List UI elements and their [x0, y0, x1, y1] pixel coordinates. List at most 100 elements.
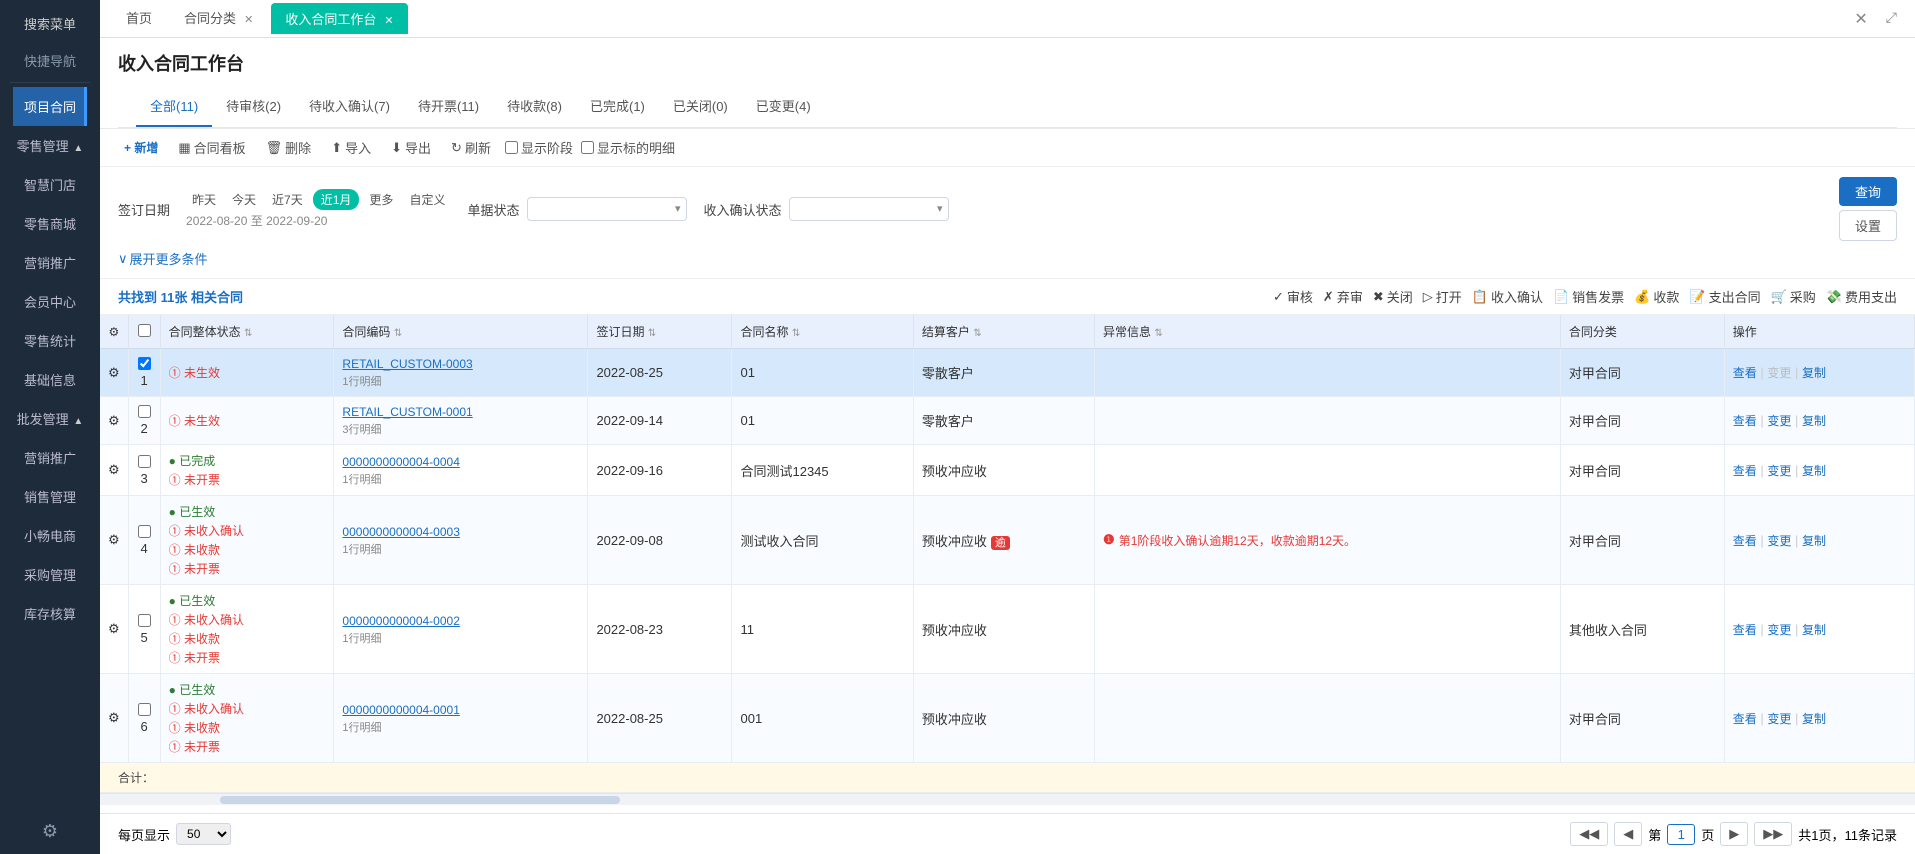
next-page-button[interactable]: ▶	[1720, 822, 1748, 846]
row-gear-1[interactable]: ⚙	[100, 397, 128, 445]
tab-0[interactable]: 首页	[112, 0, 166, 37]
sub-tab-1[interactable]: 待审核(2)	[212, 86, 295, 127]
tab-2[interactable]: 收入合同工作台 ✕	[271, 3, 407, 34]
row-gear-2[interactable]: ⚙	[100, 445, 128, 496]
sidebar-item-13[interactable]: 库存核算	[13, 594, 88, 633]
row-gear-3[interactable]: ⚙	[100, 496, 128, 585]
table-row[interactable]: ⚙ 1① 未生效RETAIL_CUSTOM-00031行明细2022-08-25…	[100, 349, 1915, 397]
sidebar-item-5[interactable]: 会员中心	[13, 282, 88, 321]
table-row[interactable]: ⚙ 5● 已生效① 未收入确认① 未收款① 未开票0000000000004-0…	[100, 585, 1915, 674]
set-button[interactable]: 设置	[1839, 210, 1897, 241]
sub-tab-4[interactable]: 待收款(8)	[493, 86, 576, 127]
show-details-check[interactable]: 显示标的明细	[581, 138, 675, 157]
sidebar-item-0[interactable]: 项目合同	[13, 87, 88, 126]
sub-tab-5[interactable]: 已完成(1)	[576, 86, 659, 127]
action-变更-4[interactable]: 变更	[1767, 623, 1791, 637]
window-maximize-btn[interactable]: ⤢	[1880, 9, 1903, 29]
refresh-button[interactable]: ↻ 刷新	[445, 135, 497, 160]
row-gear-0[interactable]: ⚙	[100, 349, 128, 397]
action-变更-0[interactable]: 变更	[1767, 366, 1791, 380]
status-select[interactable]	[527, 197, 687, 221]
sub-tab-7[interactable]: 已变更(4)	[742, 86, 825, 127]
action-变更-5[interactable]: 变更	[1767, 712, 1791, 726]
date-option-5[interactable]: 自定义	[403, 189, 451, 210]
scrollbar-thumb[interactable]	[220, 796, 620, 804]
date-option-4[interactable]: 更多	[363, 189, 399, 210]
sidebar-item-7[interactable]: 基础信息	[13, 360, 88, 399]
sidebar-quicknav[interactable]: 快捷导航	[24, 43, 76, 78]
action-btn-费用支出[interactable]: 💸费用支出	[1826, 287, 1897, 306]
sub-tab-2[interactable]: 待收入确认(7)	[295, 86, 404, 127]
expand-button[interactable]: ∨ 展开更多条件	[118, 249, 1897, 268]
action-btn-采购[interactable]: 🛒采购	[1771, 287, 1816, 306]
action-btn-收入确认[interactable]: 📋收入确认	[1472, 287, 1543, 306]
tab-close-icon-1[interactable]: ✕	[241, 14, 253, 26]
sidebar-item-8[interactable]: 批发管理 ▲	[13, 399, 88, 438]
window-close-btn[interactable]: ✕	[1848, 9, 1873, 29]
gear-icon[interactable]: ⚙	[42, 821, 58, 842]
action-复制-4[interactable]: 复制	[1802, 623, 1826, 637]
row-gear-5[interactable]: ⚙	[100, 674, 128, 763]
action-btn-销售发票[interactable]: 📄销售发票	[1553, 287, 1624, 306]
sidebar-item-6[interactable]: 零售统计	[13, 321, 88, 360]
date-option-2[interactable]: 近7天	[266, 189, 309, 210]
action-复制-3[interactable]: 复制	[1802, 534, 1826, 548]
last-page-button[interactable]: ▶▶	[1754, 822, 1792, 846]
table-row[interactable]: ⚙ 4● 已生效① 未收入确认① 未收款① 未开票0000000000004-0…	[100, 496, 1915, 585]
delete-button[interactable]: 🗑 删除	[260, 135, 318, 160]
date-option-1[interactable]: 今天	[226, 189, 262, 210]
sidebar-search[interactable]: 搜索菜单	[24, 0, 76, 43]
action-查看-2[interactable]: 查看	[1733, 464, 1757, 478]
sub-tab-0[interactable]: 全部(11)	[136, 86, 212, 127]
per-page-select[interactable]: 50 100	[176, 823, 231, 845]
action-查看-3[interactable]: 查看	[1733, 534, 1757, 548]
action-查看-1[interactable]: 查看	[1733, 414, 1757, 428]
action-btn-关闭[interactable]: ✖关闭	[1373, 287, 1413, 306]
add-button[interactable]: + 新增	[118, 136, 164, 159]
action-变更-2[interactable]: 变更	[1767, 464, 1791, 478]
row-gear-4[interactable]: ⚙	[100, 585, 128, 674]
action-复制-1[interactable]: 复制	[1802, 414, 1826, 428]
kanban-button[interactable]: ▦ 合同看板	[172, 135, 251, 160]
sidebar-item-3[interactable]: 零售商城	[13, 204, 88, 243]
action-btn-审核[interactable]: ✓审核	[1273, 287, 1313, 306]
table-row[interactable]: ⚙ 2① 未生效RETAIL_CUSTOM-00013行明细2022-09-14…	[100, 397, 1915, 445]
sidebar-item-10[interactable]: 销售管理	[13, 477, 88, 516]
action-查看-0[interactable]: 查看	[1733, 366, 1757, 380]
sidebar-item-12[interactable]: 采购管理	[13, 555, 88, 594]
sidebar-item-9[interactable]: 营销推广	[13, 438, 88, 477]
action-查看-4[interactable]: 查看	[1733, 623, 1757, 637]
action-变更-1[interactable]: 变更	[1767, 414, 1791, 428]
action-复制-2[interactable]: 复制	[1802, 464, 1826, 478]
action-btn-收款[interactable]: 💰收款	[1634, 287, 1679, 306]
table-row[interactable]: ⚙ 6● 已生效① 未收入确认① 未收款① 未开票0000000000004-0…	[100, 674, 1915, 763]
action-复制-5[interactable]: 复制	[1802, 712, 1826, 726]
sidebar-item-4[interactable]: 营销推广	[13, 243, 88, 282]
action-查看-5[interactable]: 查看	[1733, 712, 1757, 726]
import-button[interactable]: ⬆ 导入	[325, 135, 377, 160]
date-option-3[interactable]: 近1月	[313, 189, 360, 210]
tab-1[interactable]: 合同分类 ✕	[170, 0, 267, 37]
date-option-0[interactable]: 昨天	[186, 189, 222, 210]
action-变更-3[interactable]: 变更	[1767, 534, 1791, 548]
action-btn-打开[interactable]: ▷打开	[1423, 287, 1462, 306]
action-btn-弃审[interactable]: ✗弃审	[1323, 287, 1363, 306]
sidebar-item-2[interactable]: 智慧门店	[13, 165, 88, 204]
first-page-button[interactable]: ◀◀	[1570, 822, 1608, 846]
export-button[interactable]: ⬇ 导出	[385, 135, 437, 160]
action-复制-0[interactable]: 复制	[1802, 366, 1826, 380]
prev-page-button[interactable]: ◀	[1614, 822, 1642, 846]
horizontal-scrollbar[interactable]	[100, 793, 1915, 805]
confirm-select[interactable]	[789, 197, 949, 221]
query-button[interactable]: 查询	[1839, 177, 1897, 206]
sub-tab-3[interactable]: 待开票(11)	[404, 86, 493, 127]
action-btn-支出合同[interactable]: 📝支出合同	[1689, 287, 1760, 306]
show-stages-check[interactable]: 显示阶段	[505, 138, 573, 157]
sidebar-item-1[interactable]: 零售管理 ▲	[13, 126, 88, 165]
tab-close-icon-2[interactable]: ✕	[381, 15, 393, 27]
sidebar-item-11[interactable]: 小畅电商	[13, 516, 88, 555]
select-all-checkbox[interactable]	[138, 324, 151, 337]
sub-tab-6[interactable]: 已关闭(0)	[659, 86, 742, 127]
table-row[interactable]: ⚙ 3● 已完成① 未开票0000000000004-00041行明细2022-…	[100, 445, 1915, 496]
page-number-input[interactable]	[1667, 824, 1695, 845]
